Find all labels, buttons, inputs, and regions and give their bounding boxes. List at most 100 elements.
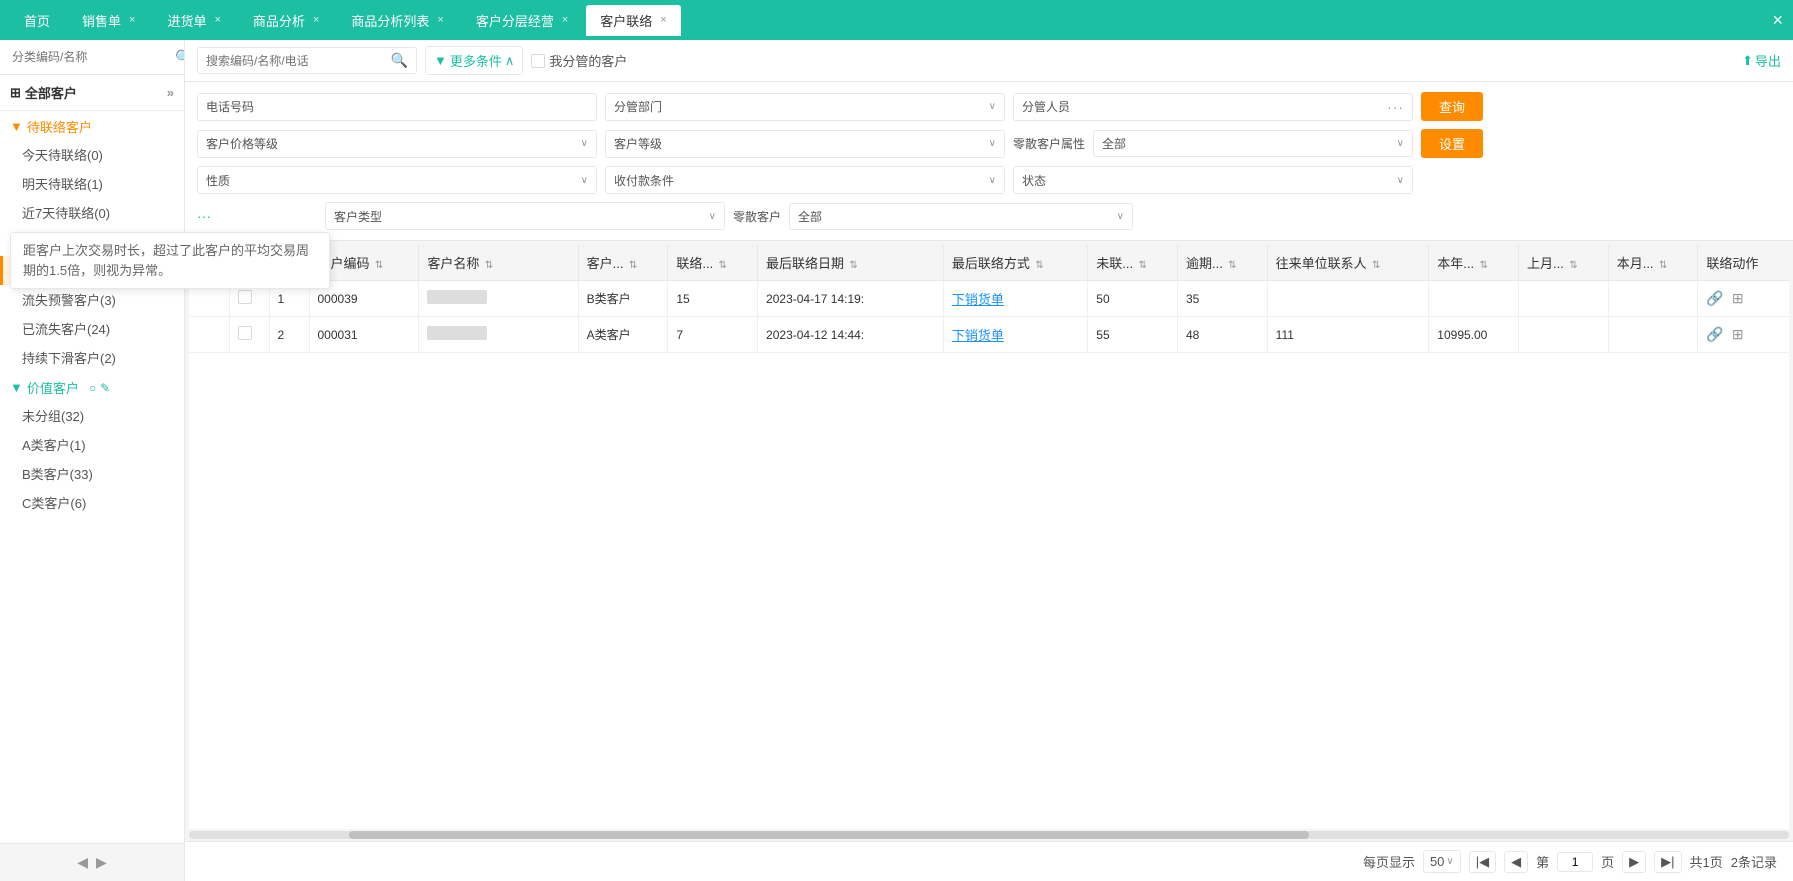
sidebar-collapse-icon[interactable]: » — [167, 85, 174, 100]
query-button[interactable]: 查询 — [1421, 92, 1483, 121]
row1-checkbox[interactable] — [238, 290, 252, 304]
last-date-sort-icon[interactable]: ⇅ — [849, 260, 857, 271]
sidebar-search-area: 🔍 — [0, 40, 184, 75]
page-next-btn[interactable]: ▶ — [1622, 851, 1646, 873]
row2-checkbox[interactable] — [238, 326, 252, 340]
horizontal-scrollbar[interactable] — [185, 829, 1793, 841]
sidebar-item-b-class[interactable]: B类客户(33) — [0, 459, 184, 488]
customer-level-arrow-icon: ∨ — [989, 138, 996, 149]
this-year-sort-icon[interactable]: ⇅ — [1479, 260, 1487, 271]
tab-analysis-list[interactable]: 商品分析列表 × — [337, 5, 457, 36]
sidebar-prev-icon[interactable]: ◀ — [77, 854, 88, 871]
contact-count-sort-icon[interactable]: ⇅ — [719, 260, 727, 271]
tab-customer-contact-close[interactable]: × — [660, 14, 666, 26]
filter-manager[interactable]: 分管人员 ··· — [1013, 93, 1413, 121]
retail-customer-select[interactable]: 全部 ∨ — [789, 203, 1133, 230]
tab-analysis[interactable]: 商品分析 × — [239, 5, 333, 36]
filter-customer-level[interactable]: 客户等级 ∨ — [605, 130, 1005, 158]
tomorrow-label: 明天待联络(1) — [22, 174, 103, 193]
settings-button[interactable]: 设置 — [1421, 129, 1483, 158]
code-sort-icon[interactable]: ⇅ — [375, 260, 383, 271]
sidebar-item-7days[interactable]: 近7天待联络(0) — [0, 198, 184, 227]
filter-phone[interactable]: 电话号码 — [197, 93, 597, 121]
filter-gender[interactable]: 性质 ∨ — [197, 166, 597, 194]
payment-arrow-icon: ∨ — [989, 175, 996, 186]
tab-customer-segment[interactable]: 客户分层经营 × — [462, 5, 582, 36]
tab-customer-contact[interactable]: 客户联络 × — [586, 5, 680, 36]
scrollbar-thumb[interactable] — [349, 831, 1309, 839]
tab-customer-segment-close[interactable]: × — [562, 14, 568, 26]
value-group-circle-icon[interactable]: ○ — [89, 381, 96, 395]
export-btn[interactable]: ⬆ 导出 — [1742, 51, 1781, 70]
page-prev-btn[interactable]: ◀ — [1504, 851, 1528, 873]
row2-link-icon[interactable]: 🔗 — [1706, 326, 1723, 343]
filter-retail-customer-wrapper: 零散客户 全部 ∨ — [733, 203, 1133, 230]
tab-purchase[interactable]: 进货单 × — [153, 5, 234, 36]
th-contact-count: 联络... ⇅ — [668, 245, 758, 281]
my-customer-label: 我分管的客户 — [549, 51, 627, 70]
tab-sales-close[interactable]: × — [129, 14, 135, 26]
page-input[interactable] — [1557, 852, 1593, 872]
page-first-btn[interactable]: |◀ — [1469, 851, 1496, 873]
per-page-select[interactable]: 50 ∨ — [1423, 850, 1461, 873]
filter-more-btn[interactable]: ▼ 更多条件 ∧ — [425, 46, 523, 75]
filter-search-input[interactable] — [206, 54, 387, 68]
lost-preview-label: 流失预警客户(3) — [22, 290, 116, 309]
filter-search-box[interactable]: 🔍 — [197, 47, 417, 74]
sidebar-value-group[interactable]: ▼ 价值客户 ○ ✎ — [0, 372, 184, 401]
retail-attr-val: 全部 — [1102, 135, 1126, 152]
row2-grid-icon[interactable]: ⊞ — [1732, 326, 1744, 343]
filter-status[interactable]: 状态 ∨ — [1013, 166, 1413, 194]
adv-filter-row-3: 性质 ∨ 收付款条件 ∨ 状态 ∨ — [197, 166, 1781, 194]
row2-method-link[interactable]: 下销货单 — [952, 328, 1004, 343]
sidebar-item-lost-preview[interactable]: 流失预警客户(3) — [0, 285, 184, 314]
a-class-label: A类客户(1) — [22, 435, 86, 454]
row1-link-icon[interactable]: 🔗 — [1706, 290, 1723, 307]
more-dots-btn[interactable]: ··· — [197, 208, 211, 224]
filter-department[interactable]: 分管部门 ∨ — [605, 93, 1005, 121]
window-close-icon[interactable]: × — [1772, 11, 1783, 29]
sidebar-item-already-lost[interactable]: 已流失客户(24) — [0, 314, 184, 343]
sidebar-item-continued-down[interactable]: 持续下滑客户(2) — [0, 343, 184, 372]
top-nav: 首页 销售单 × 进货单 × 商品分析 × 商品分析列表 × 客户分层经营 × … — [0, 0, 1793, 40]
sidebar-next-icon[interactable]: ▶ — [96, 854, 107, 871]
retail-attr-select[interactable]: 全部 ∨ — [1093, 130, 1413, 157]
unlinkable-sort-icon[interactable]: ⇅ — [1138, 260, 1146, 271]
name-sort-icon[interactable]: ⇅ — [485, 260, 493, 271]
sidebar-item-today[interactable]: 今天待联络(0) — [0, 140, 184, 169]
filter-payment[interactable]: 收付款条件 ∨ — [605, 166, 1005, 194]
retail-attr-label: 零散客户属性 — [1013, 135, 1085, 152]
filter-customer-type[interactable]: 客户类型 ∨ — [325, 202, 725, 230]
value-group-edit-icon[interactable]: ✎ — [100, 381, 110, 395]
row1-method-link[interactable]: 下销货单 — [952, 292, 1004, 307]
tab-analysis-list-close[interactable]: × — [437, 14, 443, 26]
page-last-btn[interactable]: ▶| — [1654, 851, 1681, 873]
sidebar-search-icon[interactable]: 🔍 — [175, 49, 185, 66]
filter-search-icon[interactable]: 🔍 — [391, 52, 408, 69]
tab-analysis-close[interactable]: × — [313, 14, 319, 26]
my-customer-checkbox[interactable] — [531, 54, 545, 68]
td-overdue-2: 48 — [1177, 317, 1267, 353]
sidebar-item-unclassified[interactable]: 未分组(32) — [0, 401, 184, 430]
tab-purchase-close[interactable]: × — [214, 14, 220, 26]
sidebar-item-a-class[interactable]: A类客户(1) — [0, 430, 184, 459]
data-table: ⚙ 序 客户编码 ⇅ 客户名称 ⇅ — [189, 245, 1789, 353]
tab-sales[interactable]: 销售单 × — [68, 5, 149, 36]
tab-home[interactable]: 首页 — [10, 5, 64, 36]
my-customer-check[interactable]: 我分管的客户 — [531, 51, 627, 70]
sidebar-item-tomorrow[interactable]: 明天待联络(1) — [0, 169, 184, 198]
sidebar-all-customers[interactable]: ⊞ 全部客户 » — [0, 75, 184, 111]
last-method-sort-icon[interactable]: ⇅ — [1035, 260, 1043, 271]
row1-grid-icon[interactable]: ⊞ — [1732, 290, 1744, 307]
tab-customer-contact-label: 客户联络 — [600, 11, 652, 30]
this-month-sort-icon[interactable]: ⇅ — [1659, 260, 1667, 271]
filter-price-level[interactable]: 客户价格等级 ∨ — [197, 130, 597, 158]
customer-type-label: 客户类型 — [334, 208, 382, 225]
overdue-sort-icon[interactable]: ⇅ — [1228, 260, 1236, 271]
sidebar-search-input[interactable] — [8, 48, 171, 66]
level-sort-icon[interactable]: ⇅ — [629, 260, 637, 271]
unit-contact-sort-icon[interactable]: ⇅ — [1372, 260, 1380, 271]
sidebar-pending-group[interactable]: ▼ 待联络客户 — [0, 111, 184, 140]
sidebar-item-c-class[interactable]: C类客户(6) — [0, 488, 184, 517]
last-month-sort-icon[interactable]: ⇅ — [1569, 260, 1577, 271]
